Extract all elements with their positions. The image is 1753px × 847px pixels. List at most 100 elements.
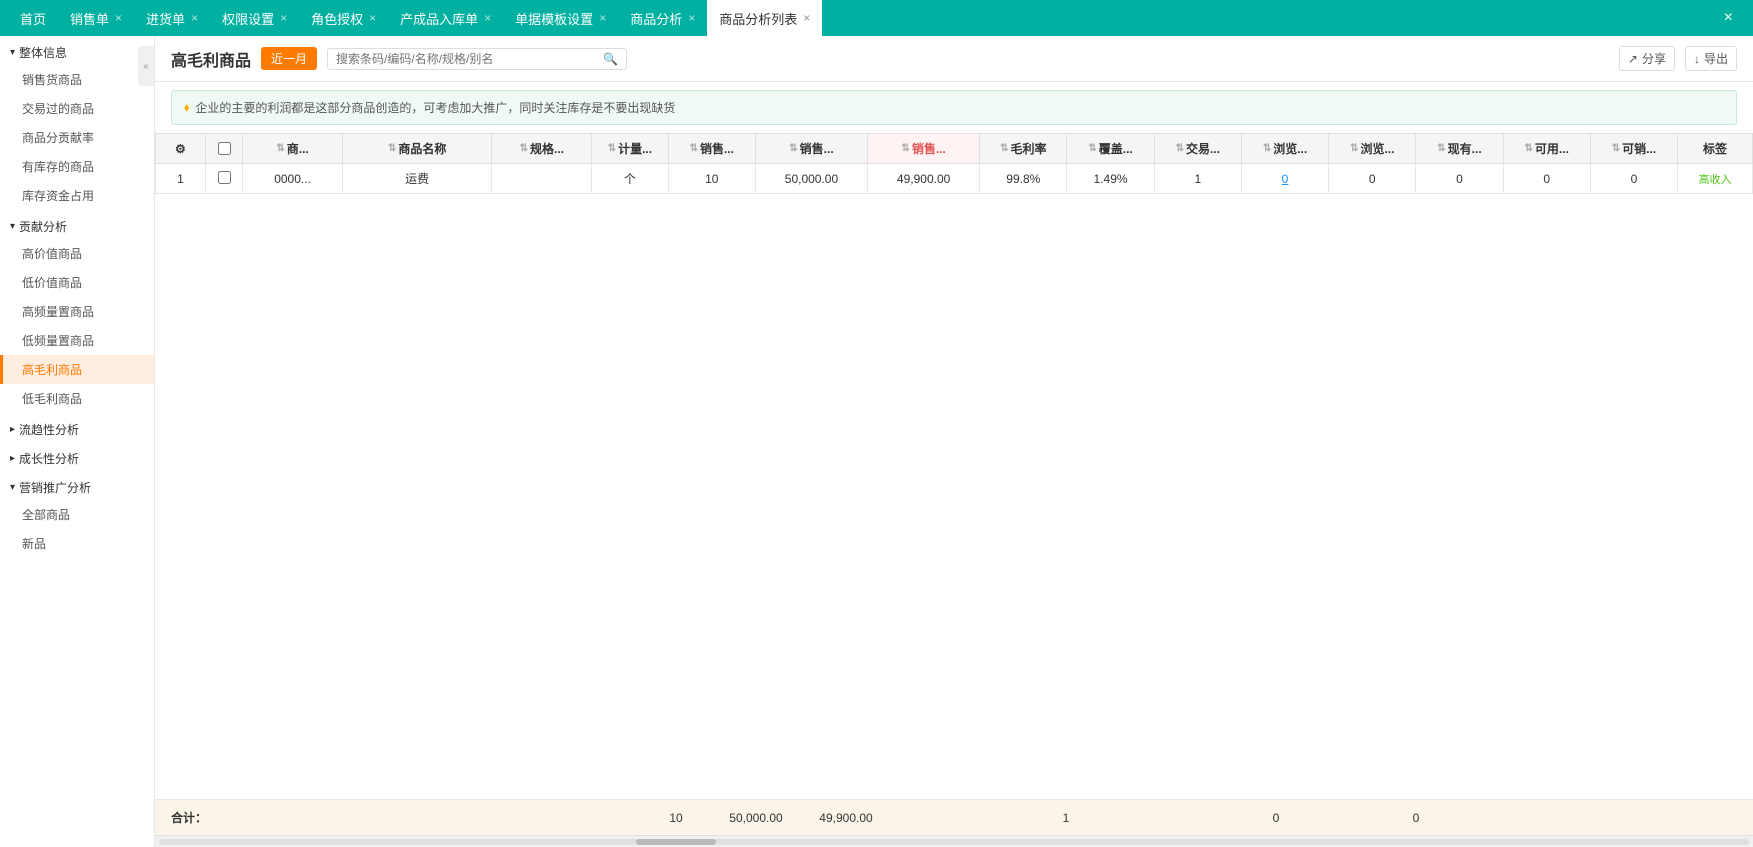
cell-check[interactable]: [205, 164, 242, 194]
sidebar-item-high-margin[interactable]: 高毛利商品: [0, 355, 154, 384]
sidebar-item-high-value[interactable]: 高价值商品: [0, 239, 154, 268]
sort-icon-stock1: ⇅: [1437, 143, 1445, 154]
total-empty4: [381, 811, 501, 825]
date-filter-button[interactable]: 近一月: [261, 47, 317, 70]
total-empty7: [891, 811, 961, 825]
content-area: 高毛利商品 近一月 🔍 ↗ 分享 ↓ 导出 ⬧ 企业的主要的利润都是这部分商品创…: [155, 36, 1753, 847]
share-icon: ↗: [1628, 52, 1638, 66]
nav-goods-analysis[interactable]: 商品分析 ×: [618, 0, 707, 36]
col-header-cover[interactable]: ⇅ 覆盖...: [1067, 134, 1154, 164]
nav-close-permission[interactable]: ×: [280, 11, 287, 25]
col-header-gross-rate[interactable]: ⇅ 毛利率: [980, 134, 1067, 164]
nav-home[interactable]: 首页: [8, 0, 58, 36]
arrow-financial: ▾: [10, 221, 15, 232]
sidebar-item-all-goods[interactable]: 全部商品: [0, 500, 154, 529]
total-sales-amt: 50,000.00: [711, 811, 801, 825]
select-all-checkbox[interactable]: [218, 142, 231, 155]
col-header-trade[interactable]: ⇅ 交易...: [1154, 134, 1241, 164]
row-checkbox[interactable]: [218, 171, 231, 184]
nav-purchase[interactable]: 进货单 ×: [134, 0, 210, 36]
arrow-overall: ▾: [10, 47, 15, 58]
cell-browse2: 0: [1329, 164, 1416, 194]
col-header-sale[interactable]: ⇅ 可销...: [1590, 134, 1677, 164]
col-header-sales-cost[interactable]: ⇅ 销售...: [868, 134, 980, 164]
cell-code: 0000...: [243, 164, 343, 194]
arrow-trend: ▸: [10, 424, 15, 435]
col-header-code[interactable]: ⇅ 商...: [243, 134, 343, 164]
table-container: ⚙ ⇅ 商...: [155, 133, 1753, 799]
nav-template[interactable]: 单据模板设置 ×: [503, 0, 618, 36]
horizontal-scrollbar[interactable]: [155, 835, 1753, 847]
cell-unit: 个: [592, 164, 669, 194]
col-header-browse2[interactable]: ⇅ 浏览...: [1329, 134, 1416, 164]
search-input[interactable]: [336, 52, 603, 66]
sidebar-item-new-goods[interactable]: 新品: [0, 529, 154, 558]
col-header-stock2[interactable]: ⇅ 可用...: [1503, 134, 1590, 164]
data-table: ⚙ ⇅ 商...: [155, 133, 1753, 194]
window-close-button[interactable]: ×: [1712, 9, 1745, 27]
export-button[interactable]: ↓ 导出: [1685, 46, 1737, 71]
nav-sales[interactable]: 销售单 ×: [58, 0, 134, 36]
sidebar-item-in-stock[interactable]: 有库存的商品: [0, 152, 154, 181]
share-button[interactable]: ↗ 分享: [1619, 46, 1675, 71]
search-icon[interactable]: 🔍: [603, 52, 618, 66]
total-empty2: [271, 811, 301, 825]
nav-close-goods-analysis-list[interactable]: ×: [803, 11, 810, 25]
sidebar-section-marketing[interactable]: ▾ 营销推广分析: [0, 471, 154, 500]
footer-total: 合计： 10 50,000.00 49,900.00 1 0 0: [155, 799, 1753, 835]
col-header-unit[interactable]: ⇅ 计量...: [592, 134, 669, 164]
col-header-sales-qty[interactable]: ⇅ 销售...: [668, 134, 755, 164]
nav-close-inbound[interactable]: ×: [484, 11, 491, 25]
sidebar-section-trend[interactable]: ▸ 流趋性分析: [0, 413, 154, 442]
total-label: 合计：: [171, 809, 231, 826]
total-empty1: [231, 811, 271, 825]
sidebar-item-low-value[interactable]: 低价值商品: [0, 268, 154, 297]
sort-icon-name: ⇅: [388, 143, 396, 154]
total-sales-cost: 49,900.00: [801, 811, 891, 825]
cell-tag: 高收入: [1678, 164, 1753, 194]
col-header-browse1[interactable]: ⇅ 浏览...: [1241, 134, 1328, 164]
nav-goods-analysis-list[interactable]: 商品分析列表 ×: [707, 0, 822, 36]
sidebar-item-stock-capital[interactable]: 库存资金占用: [0, 181, 154, 210]
nav-close-template[interactable]: ×: [599, 11, 606, 25]
total-sale: 0: [1381, 811, 1451, 825]
sort-icon-sale: ⇅: [1612, 143, 1620, 154]
cell-trade: 1: [1154, 164, 1241, 194]
scrollbar-thumb[interactable]: [636, 839, 716, 845]
col-header-sales-amt[interactable]: ⇅ 销售...: [755, 134, 867, 164]
sort-icon-stock2: ⇅: [1525, 143, 1533, 154]
nav-close-role[interactable]: ×: [369, 11, 376, 25]
nav-close-goods-analysis[interactable]: ×: [688, 11, 695, 25]
nav-close-sales[interactable]: ×: [115, 11, 122, 25]
export-icon: ↓: [1694, 52, 1700, 66]
col-header-tag[interactable]: 标签: [1678, 134, 1753, 164]
cell-num: 1: [156, 164, 206, 194]
sidebar-item-sales-goods[interactable]: 销售货商品: [0, 65, 154, 94]
arrow-marketing: ▾: [10, 482, 15, 493]
sidebar-section-financial[interactable]: ▾ 贡献分析: [0, 210, 154, 239]
nav-inbound[interactable]: 产成品入库单 ×: [388, 0, 503, 36]
scrollbar-track[interactable]: [159, 839, 1749, 845]
col-header-settings[interactable]: ⚙: [156, 134, 206, 164]
nav-close-purchase[interactable]: ×: [191, 11, 198, 25]
col-header-stock1[interactable]: ⇅ 现有...: [1416, 134, 1503, 164]
sidebar-item-traded-goods[interactable]: 交易过的商品: [0, 94, 154, 123]
col-header-name[interactable]: ⇅ 商品名称: [342, 134, 492, 164]
cell-sales-cost: 49,900.00: [868, 164, 980, 194]
nav-role[interactable]: 角色授权 ×: [299, 0, 388, 36]
sidebar-section-growth[interactable]: ▸ 成长性分析: [0, 442, 154, 471]
sidebar-item-low-margin[interactable]: 低毛利商品: [0, 384, 154, 413]
sidebar-section-overall[interactable]: ▾ 整体信息: [0, 36, 154, 65]
table-header-row: ⚙ ⇅ 商...: [156, 134, 1753, 164]
cell-name: 运费: [342, 164, 492, 194]
nav-permission[interactable]: 权限设置 ×: [210, 0, 299, 36]
sidebar-item-low-freq[interactable]: 低频量置商品: [0, 326, 154, 355]
col-header-spec[interactable]: ⇅ 规格...: [492, 134, 592, 164]
sidebar-collapse-button[interactable]: «: [138, 46, 154, 86]
cell-stock2: 0: [1503, 164, 1590, 194]
cell-browse1[interactable]: 0: [1241, 164, 1328, 194]
col-header-check[interactable]: [205, 134, 242, 164]
sidebar-item-contrib-rate[interactable]: 商品分贡献率: [0, 123, 154, 152]
sidebar-item-high-freq[interactable]: 高频量置商品: [0, 297, 154, 326]
total-empty3: [301, 811, 381, 825]
